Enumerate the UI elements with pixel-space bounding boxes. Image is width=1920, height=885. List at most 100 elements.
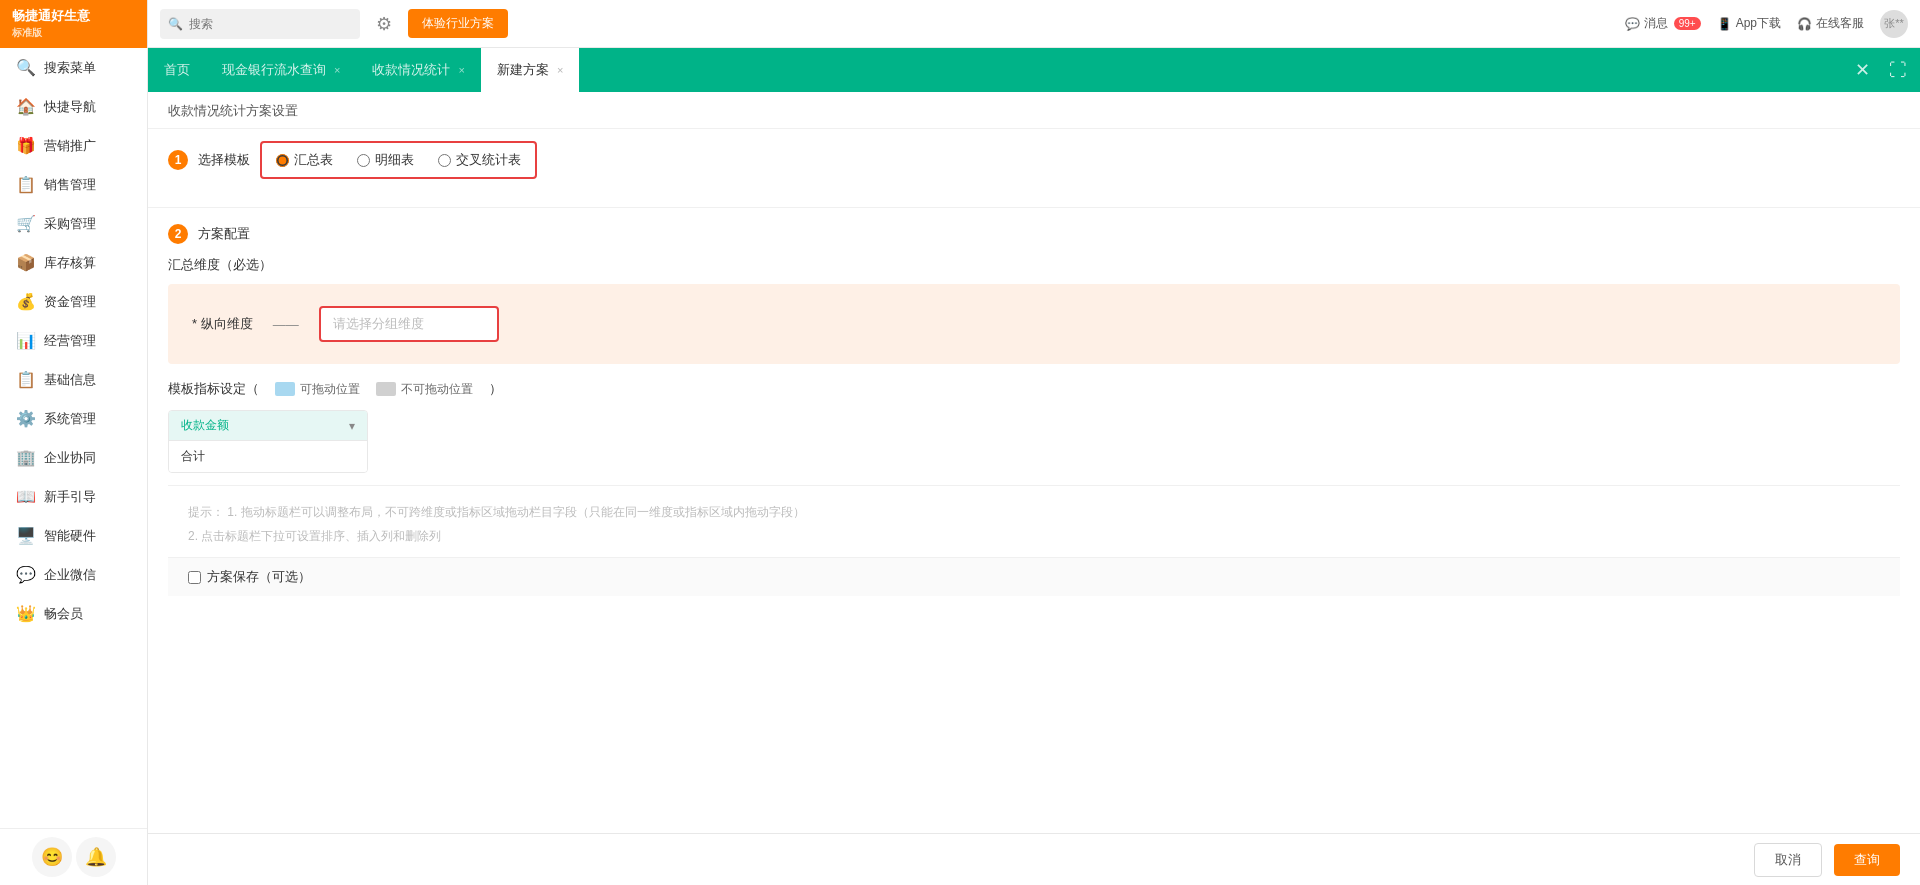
- chart-icon: 📊: [16, 331, 36, 350]
- step1-title-row: 1 选择模板 汇总表 明细表 交叉统计表: [168, 141, 1900, 179]
- sidebar-item-marketing[interactable]: 🎁 营销推广: [0, 126, 147, 165]
- user-avatar[interactable]: 张**: [1880, 10, 1908, 38]
- sidebar-item-label: 系统管理: [44, 410, 96, 428]
- indicator-settings-header: 模板指标设定（ 可拖动位置 不可拖动位置 ）: [168, 380, 1900, 398]
- option-detail[interactable]: 明细表: [357, 151, 414, 169]
- sidebar-item-label: 智能硬件: [44, 527, 96, 545]
- message-icon: 💬: [1625, 17, 1640, 31]
- save-checkbox[interactable]: [188, 571, 201, 584]
- radio-cross[interactable]: [438, 154, 451, 167]
- sidebar-item-finance[interactable]: 💰 资金管理: [0, 282, 147, 321]
- tips-line-1: 提示： 1. 拖动标题栏可以调整布局，不可跨维度或指标区域拖动栏目字段（只能在同…: [188, 502, 1880, 524]
- tab-close-all-btn[interactable]: ✕: [1848, 56, 1876, 84]
- sidebar-item-purchase[interactable]: 🛒 采购管理: [0, 204, 147, 243]
- tab-new-scheme-close[interactable]: ×: [557, 64, 563, 76]
- sidebar-item-basic-info[interactable]: 📋 基础信息: [0, 360, 147, 399]
- indicator-table-row-1: 合计: [169, 441, 367, 472]
- sidebar-item-operations[interactable]: 📊 经营管理: [0, 321, 147, 360]
- arrow-icon: ——: [273, 317, 299, 332]
- step2-badge: 2: [168, 224, 188, 244]
- template-options: 汇总表 明细表 交叉统计表: [260, 141, 537, 179]
- tab-expand-btn[interactable]: ⛶: [1884, 56, 1912, 84]
- messages-btn[interactable]: 💬 消息 99+: [1625, 15, 1701, 32]
- box-icon: 📦: [16, 253, 36, 272]
- sidebar-item-quick-nav[interactable]: 🏠 快捷导航: [0, 87, 147, 126]
- msg-badge: 99+: [1674, 17, 1701, 30]
- gear-icon[interactable]: ⚙: [376, 13, 392, 35]
- online-service-btn[interactable]: 🎧 在线客服: [1797, 15, 1864, 32]
- option-summary[interactable]: 汇总表: [276, 151, 333, 169]
- topbar: 🔍 ⚙ 体验行业方案 💬 消息 99+ 📱 App下载 🎧 在线客服 张**: [148, 0, 1920, 48]
- option-cross-label: 交叉统计表: [456, 151, 521, 169]
- topbar-search-box[interactable]: 🔍: [160, 9, 360, 39]
- sidebar-item-enterprise[interactable]: 🏢 企业协同: [0, 438, 147, 477]
- indicator-table-header[interactable]: 收款金额 ▾: [169, 411, 367, 441]
- breadcrumb: 收款情况统计方案设置: [168, 103, 298, 118]
- sidebar-item-vip[interactable]: 👑 畅会员: [0, 594, 147, 633]
- sidebar-item-sales[interactable]: 📋 销售管理: [0, 165, 147, 204]
- option-cross[interactable]: 交叉统计表: [438, 151, 521, 169]
- indicator-table-row-1-label: 合计: [181, 449, 205, 463]
- sidebar-item-label: 库存核算: [44, 254, 96, 272]
- sidebar-item-smart-hw[interactable]: 🖥️ 智能硬件: [0, 516, 147, 555]
- topbar-right: 💬 消息 99+ 📱 App下载 🎧 在线客服 张**: [1625, 10, 1908, 38]
- tab-receipt-stats[interactable]: 收款情况统计 ×: [356, 48, 480, 92]
- radio-detail[interactable]: [357, 154, 370, 167]
- edition-label: 标准版: [12, 26, 90, 40]
- sidebar-item-search-menu[interactable]: 🔍 搜索菜单: [0, 48, 147, 87]
- industry-btn[interactable]: 体验行业方案: [408, 9, 508, 38]
- step2-section: 2 方案配置 汇总维度（必选） * 纵向维度 —— 请选择分组维度 模板指标设定…: [148, 216, 1920, 612]
- nav-tabs: 首页 现金银行流水查询 × 收款情况统计 × 新建方案 × ✕ ⛶: [148, 48, 1920, 92]
- dimension-title: 汇总维度（必选）: [168, 256, 1900, 274]
- tab-receipt-stats-close[interactable]: ×: [458, 64, 464, 76]
- tab-new-scheme[interactable]: 新建方案 ×: [481, 48, 579, 92]
- sidebar-item-label: 企业微信: [44, 566, 96, 584]
- content-inner: 收款情况统计方案设置 1 选择模板 汇总表 明细表: [148, 92, 1920, 833]
- headset-icon: 🎧: [1797, 17, 1812, 31]
- tab-bank-flow[interactable]: 现金银行流水查询 ×: [206, 48, 356, 92]
- nav-tabs-right: ✕ ⛶: [1848, 56, 1920, 84]
- tab-new-scheme-label: 新建方案: [497, 61, 549, 79]
- sidebar-item-wechat[interactable]: 💬 企业微信: [0, 555, 147, 594]
- sidebar-logo: 畅捷通好生意 标准版: [0, 0, 147, 48]
- tips-section: 提示： 1. 拖动标题栏可以调整布局，不可跨维度或指标区域拖动栏目字段（只能在同…: [168, 485, 1900, 557]
- msg-label: 消息: [1644, 15, 1668, 32]
- indicator-table-header-label: 收款金额: [181, 417, 229, 434]
- radio-summary[interactable]: [276, 154, 289, 167]
- step2-label: 方案配置: [198, 225, 250, 243]
- wechat-icon: 💬: [16, 565, 36, 584]
- sidebar-bottom-btn-1[interactable]: 😊: [32, 837, 72, 877]
- sidebar-item-label: 资金管理: [44, 293, 96, 311]
- sidebar-item-system[interactable]: ⚙️ 系统管理: [0, 399, 147, 438]
- nodrag-box-icon: [376, 382, 396, 396]
- money-icon: 💰: [16, 292, 36, 311]
- sidebar-item-label: 新手引导: [44, 488, 96, 506]
- sidebar-item-label: 营销推广: [44, 137, 96, 155]
- save-checkbox-label[interactable]: 方案保存（可选）: [188, 568, 311, 586]
- tab-receipt-stats-label: 收款情况统计: [372, 61, 450, 79]
- legend-nodrag: 不可拖动位置: [376, 381, 473, 398]
- nodrag-label: 不可拖动位置: [401, 381, 473, 398]
- query-button[interactable]: 查询: [1834, 844, 1900, 876]
- app-download-btn[interactable]: 📱 App下载: [1717, 15, 1781, 32]
- step1-badge: 1: [168, 150, 188, 170]
- tab-home[interactable]: 首页: [148, 48, 206, 92]
- dimension-placeholder: 请选择分组维度: [333, 315, 424, 333]
- sidebar-bottom: 😊 🔔: [0, 828, 147, 885]
- page-header: 收款情况统计方案设置: [148, 92, 1920, 129]
- sidebar-item-label: 畅会员: [44, 605, 83, 623]
- search-input[interactable]: [189, 17, 329, 31]
- app-label: App下载: [1736, 15, 1781, 32]
- dropdown-icon[interactable]: ▾: [349, 419, 355, 433]
- sidebar-bottom-btn-2[interactable]: 🔔: [76, 837, 116, 877]
- indicator-table: 收款金额 ▾ 合计: [168, 410, 368, 473]
- indicator-settings: 模板指标设定（ 可拖动位置 不可拖动位置 ） 收款金额: [168, 380, 1900, 477]
- main: 🔍 ⚙ 体验行业方案 💬 消息 99+ 📱 App下载 🎧 在线客服 张**: [148, 0, 1920, 885]
- dimension-selector[interactable]: 请选择分组维度: [319, 306, 499, 342]
- cart-icon: 🛒: [16, 214, 36, 233]
- sidebar-item-inventory[interactable]: 📦 库存核算: [0, 243, 147, 282]
- tab-bank-flow-close[interactable]: ×: [334, 64, 340, 76]
- tab-home-label: 首页: [164, 61, 190, 79]
- sidebar-item-guide[interactable]: 📖 新手引导: [0, 477, 147, 516]
- cancel-button[interactable]: 取消: [1754, 843, 1822, 877]
